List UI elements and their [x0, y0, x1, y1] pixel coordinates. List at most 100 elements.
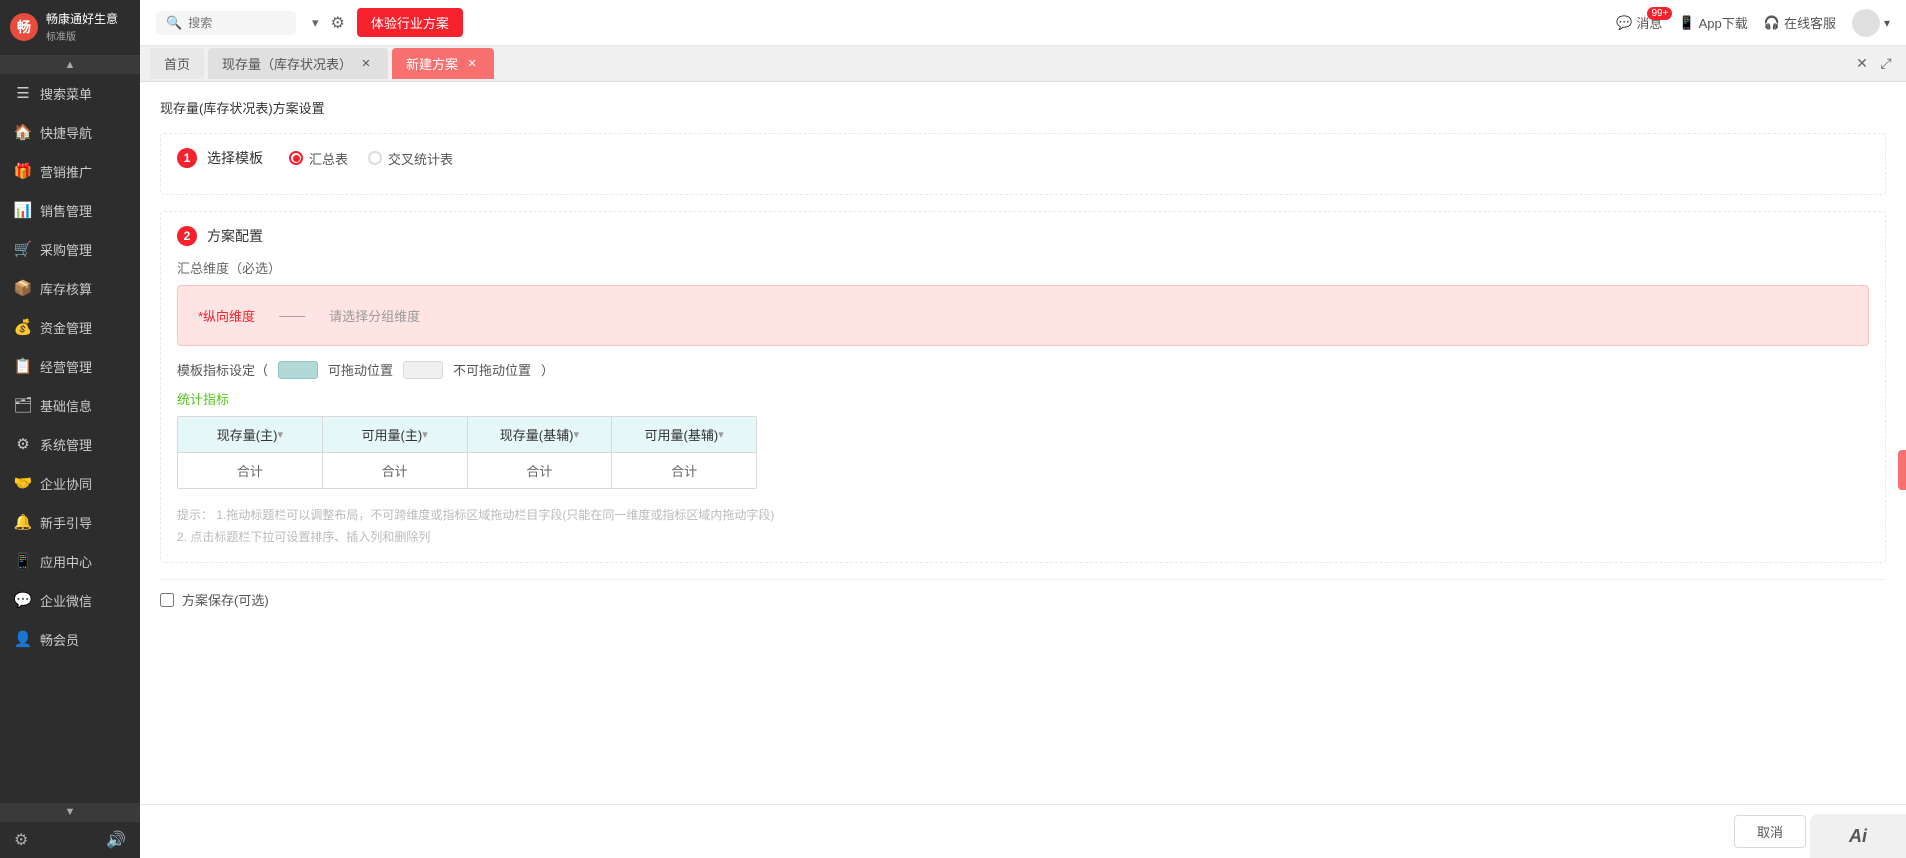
tab-home[interactable]: 首页: [150, 48, 204, 79]
dimension-box[interactable]: *纵向维度 —— 请选择分组维度: [177, 285, 1869, 346]
logo-text: 畅康通好生意: [46, 12, 118, 28]
non-draggable-badge: [403, 361, 443, 379]
cancel-button[interactable]: 取消: [1734, 815, 1806, 848]
sidebar-item-system[interactable]: ⚙ 系统管理: [0, 425, 140, 464]
trial-button[interactable]: 体验行业方案: [357, 8, 463, 37]
cart-icon: 🛒: [14, 240, 32, 258]
radio-crosstab-label: 交叉统计表: [388, 149, 453, 168]
sidebar-item-label: 库存核算: [40, 279, 92, 298]
stats-table: 现存量(主) ▾ 可用量(主) ▾ 现存量(基辅) ▾: [177, 416, 757, 489]
radio-crosstab[interactable]: 交叉统计表: [368, 149, 453, 168]
stats-col-1-body: 合计: [178, 453, 323, 488]
window-close-button[interactable]: ✕: [1852, 54, 1872, 74]
tab-home-label: 首页: [164, 54, 190, 73]
tab-inventory-status[interactable]: 现存量（库存状况表） ✕: [208, 48, 388, 79]
indicator-settings-row: 模板指标设定（ 可拖动位置 不可拖动位置 ）: [177, 360, 1869, 379]
gift-icon: 🎁: [14, 162, 32, 180]
section2-title: 方案配置: [207, 226, 263, 246]
chart-icon: 📊: [14, 201, 32, 219]
sidebar-item-label: 企业协同: [40, 474, 92, 493]
search-input[interactable]: [188, 16, 278, 30]
sidebar-scroll-up[interactable]: ▲: [0, 56, 140, 74]
sidebar-bottom: ⚙ 🔊: [0, 821, 140, 858]
sidebar-item-corp[interactable]: 🤝 企业协同: [0, 464, 140, 503]
topbar-right: 💬 消息 99+ 📱 App下载 🎧 在线客服 ▾: [1616, 9, 1890, 37]
col-3-chevron-icon[interactable]: ▾: [573, 428, 579, 441]
stats-col-4-label: 可用量(基辅): [645, 425, 719, 444]
sidebar-item-basic-info[interactable]: 🗂 基础信息: [0, 386, 140, 425]
sidebar-item-marketing[interactable]: 🎁 营销推广: [0, 152, 140, 191]
stats-col-1-summary: 合计: [237, 461, 263, 480]
app-download-label: App下载: [1699, 13, 1748, 32]
stats-table-body: 合计 合计 合计 合计: [178, 453, 756, 488]
sidebar-scroll-down[interactable]: ▼: [0, 803, 140, 821]
sidebar-item-label: 新手引导: [40, 513, 92, 532]
window-expand-button[interactable]: ⤢: [1876, 54, 1896, 74]
tab-new-scheme[interactable]: 新建方案 ✕: [392, 48, 494, 79]
app-download-icon: 📱: [1678, 15, 1694, 31]
headset-icon: 🎧: [1764, 15, 1780, 31]
section1-header: 1 选择模板 汇总表 交叉统计表: [177, 148, 1869, 168]
sidebar-item-label: 畅会员: [40, 630, 79, 649]
col-1-chevron-icon[interactable]: ▾: [277, 428, 283, 441]
sidebar-nav: ☰ 搜索菜单 🏠 快捷导航 🎁 营销推广 📊 销售管理 🛒 采购管理 📦 库存核…: [0, 74, 140, 803]
logo-badge: 标准版: [46, 28, 118, 43]
sidebar-item-wechat[interactable]: 💬 企业微信: [0, 581, 140, 620]
sidebar-item-label: 企业微信: [40, 591, 92, 610]
sidebar-item-purchase[interactable]: 🛒 采购管理: [0, 230, 140, 269]
topbar-search[interactable]: 🔍: [156, 11, 296, 35]
app-download-button[interactable]: 📱 App下载: [1678, 13, 1747, 32]
tab-new-scheme-label: 新建方案: [406, 54, 458, 73]
save-checkbox[interactable]: [160, 593, 174, 607]
bell-icon: 🔔: [14, 513, 32, 531]
sidebar-item-member[interactable]: 👤 畅会员: [0, 620, 140, 659]
sidebar-item-label: 经营管理: [40, 357, 92, 376]
draggable-badge: [278, 361, 318, 379]
tab-inventory-status-close[interactable]: ✕: [358, 56, 374, 72]
sidebar-item-newbie[interactable]: 🔔 新手引导: [0, 503, 140, 542]
sidebar-item-operations[interactable]: 📋 经营管理: [0, 347, 140, 386]
dropdown-arrow-icon[interactable]: ▾: [312, 15, 319, 31]
settings-gear-icon[interactable]: ⚙: [331, 13, 345, 33]
gear-icon: ⚙: [14, 435, 32, 453]
speaker-icon[interactable]: 🔊: [106, 830, 126, 850]
sidebar-item-app-center[interactable]: 📱 应用中心: [0, 542, 140, 581]
settings-icon[interactable]: ⚙: [14, 830, 28, 850]
stats-col-2-header[interactable]: 可用量(主) ▾: [323, 417, 468, 452]
member-icon: 👤: [14, 630, 32, 648]
handshake-icon: 🤝: [14, 474, 32, 492]
sidebar-item-sales[interactable]: 📊 销售管理: [0, 191, 140, 230]
user-avatar-button[interactable]: ▾: [1852, 9, 1890, 37]
app-icon: 📱: [14, 552, 32, 570]
stats-col-3-summary: 合计: [526, 461, 552, 480]
dimension-required-label: 汇总维度（必选）: [177, 258, 1869, 277]
tab-new-scheme-close[interactable]: ✕: [464, 56, 480, 72]
content-wrapper: 现存量(库存状况表)方案设置 1 选择模板 汇总表 交叉统计表: [140, 82, 1906, 858]
section1-num: 1: [177, 148, 197, 168]
sidebar-item-label: 搜索菜单: [40, 84, 92, 103]
online-service-button[interactable]: 🎧 在线客服: [1764, 13, 1836, 32]
avatar: [1852, 9, 1880, 37]
col-2-chevron-icon[interactable]: ▾: [422, 428, 428, 441]
sidebar-item-quick-nav[interactable]: 🏠 快捷导航: [0, 113, 140, 152]
sidebar-item-inventory[interactable]: 📦 库存核算: [0, 269, 140, 308]
stats-col-3-label: 现存量(基辅): [500, 425, 574, 444]
stats-col-1-header[interactable]: 现存量(主) ▾: [178, 417, 323, 452]
footer: 取消 查询: [140, 804, 1906, 858]
non-draggable-badge-label: 不可拖动位置: [453, 360, 531, 379]
sidebar-item-label: 销售管理: [40, 201, 92, 220]
ai-label[interactable]: Ai: [1810, 814, 1906, 858]
stats-col-4-header[interactable]: 可用量(基辅) ▾: [612, 417, 756, 452]
message-button[interactable]: 💬 消息 99+: [1616, 13, 1662, 32]
sidebar-item-finance[interactable]: 💰 资金管理: [0, 308, 140, 347]
logo-icon: 畅: [10, 13, 38, 41]
col-4-chevron-icon[interactable]: ▾: [718, 428, 724, 441]
search-menu-icon: ☰: [14, 84, 32, 102]
money-icon: 💰: [14, 318, 32, 336]
user-name: ▾: [1884, 16, 1890, 30]
stats-col-3-header[interactable]: 现存量(基辅) ▾: [468, 417, 613, 452]
radio-summary[interactable]: 汇总表: [289, 149, 348, 168]
sidebar-item-search-menu[interactable]: ☰ 搜索菜单: [0, 74, 140, 113]
sidebar: 畅 畅康通好生意 标准版 ▲ ☰ 搜索菜单 🏠 快捷导航 🎁 营销推广 📊 销售…: [0, 0, 140, 858]
side-expand-handle[interactable]: [1898, 450, 1906, 490]
